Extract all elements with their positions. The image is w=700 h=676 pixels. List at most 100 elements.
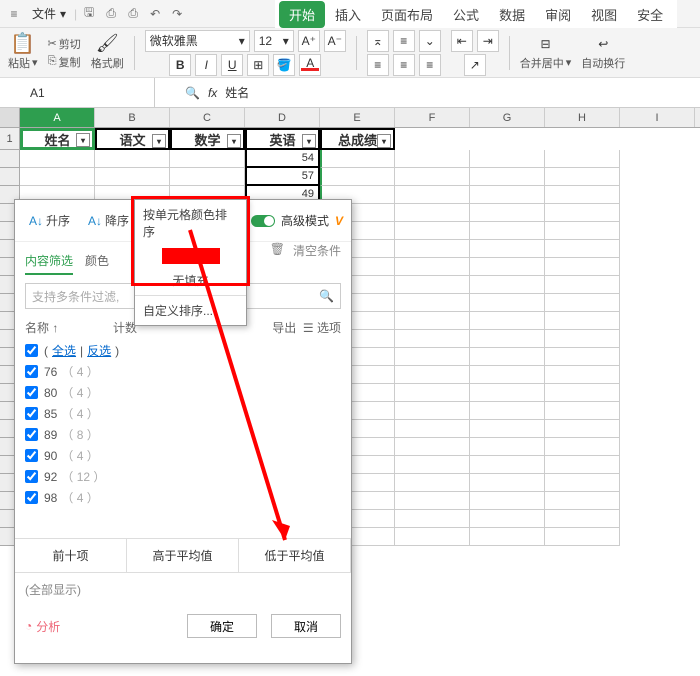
header-cell[interactable]: 英语 bbox=[245, 128, 320, 150]
cell[interactable] bbox=[545, 240, 620, 258]
col-header-b[interactable]: B bbox=[95, 108, 170, 127]
align-top-icon[interactable]: ⌅ bbox=[367, 30, 389, 52]
indent-inc-icon[interactable]: ⇥ bbox=[477, 30, 499, 52]
cell[interactable] bbox=[470, 402, 545, 420]
decrease-font-icon[interactable]: A⁻ bbox=[324, 30, 346, 52]
col-header-h[interactable]: H bbox=[545, 108, 620, 127]
select-all-checkbox[interactable] bbox=[25, 344, 38, 357]
align-left-icon[interactable]: ≡ bbox=[367, 54, 389, 76]
cell[interactable] bbox=[545, 510, 620, 528]
analyze-button[interactable]: ◔分析 bbox=[25, 618, 60, 635]
row-header[interactable] bbox=[0, 168, 20, 186]
top10-button[interactable]: 前十项 bbox=[15, 539, 127, 572]
cell[interactable] bbox=[470, 474, 545, 492]
cell[interactable] bbox=[545, 168, 620, 186]
cell[interactable] bbox=[545, 348, 620, 366]
print-preview-icon[interactable]: ⎙ bbox=[101, 4, 121, 24]
align-middle-icon[interactable]: ≡ bbox=[393, 30, 415, 52]
fill-color-button[interactable]: 🪣 bbox=[273, 54, 295, 76]
paste-button[interactable]: 粘贴▾ bbox=[8, 55, 38, 71]
italic-button[interactable]: I bbox=[195, 54, 217, 76]
format-painter-icon[interactable]: 🖌 bbox=[98, 35, 116, 53]
select-all-corner[interactable] bbox=[0, 108, 20, 128]
above-avg-button[interactable]: 高于平均值 bbox=[127, 539, 239, 572]
filter-item-checkbox[interactable] bbox=[25, 365, 38, 378]
row-header[interactable] bbox=[0, 150, 20, 168]
below-avg-button[interactable]: 低于平均值 bbox=[239, 539, 351, 572]
clear-conditions[interactable]: 清空条件 bbox=[293, 242, 341, 259]
cell[interactable] bbox=[395, 186, 470, 204]
cell[interactable] bbox=[395, 474, 470, 492]
nofill-option[interactable]: 无填充 bbox=[135, 266, 246, 295]
tab-review[interactable]: 审阅 bbox=[535, 1, 581, 28]
cell[interactable] bbox=[395, 438, 470, 456]
filter-item-checkbox[interactable] bbox=[25, 470, 38, 483]
orientation-icon[interactable]: ↗ bbox=[464, 54, 486, 76]
cell[interactable] bbox=[545, 384, 620, 402]
cell[interactable] bbox=[470, 294, 545, 312]
cell[interactable] bbox=[470, 312, 545, 330]
cell[interactable] bbox=[170, 150, 245, 168]
cell[interactable] bbox=[395, 222, 470, 240]
cell[interactable] bbox=[95, 168, 170, 186]
cell[interactable] bbox=[395, 258, 470, 276]
cell[interactable] bbox=[470, 384, 545, 402]
size-select[interactable]: 12▾ bbox=[254, 30, 294, 52]
align-center-icon[interactable]: ≡ bbox=[393, 54, 415, 76]
cell[interactable] bbox=[470, 186, 545, 204]
cell[interactable] bbox=[545, 456, 620, 474]
file-menu[interactable]: 文件▾ bbox=[26, 3, 72, 24]
sort-asc-button[interactable]: A↓升序 bbox=[23, 209, 76, 232]
cell[interactable] bbox=[395, 276, 470, 294]
header-cell[interactable]: 语文 bbox=[95, 128, 170, 150]
invert-link[interactable]: 反选 bbox=[87, 342, 111, 359]
col-header-c[interactable]: C bbox=[170, 108, 245, 127]
custom-sort-option[interactable]: 自定义排序... bbox=[135, 296, 246, 325]
align-right-icon[interactable]: ≡ bbox=[419, 54, 441, 76]
cell[interactable] bbox=[395, 240, 470, 258]
filter-tab-content[interactable]: 内容筛选 bbox=[25, 248, 73, 275]
cell[interactable] bbox=[395, 204, 470, 222]
tab-data[interactable]: 数据 bbox=[489, 1, 535, 28]
indent-dec-icon[interactable]: ⇤ bbox=[451, 30, 473, 52]
cell[interactable] bbox=[545, 438, 620, 456]
name-column-header[interactable]: 名称 ↑ bbox=[25, 319, 113, 336]
hamburger-icon[interactable]: ≡ bbox=[4, 4, 24, 24]
cell[interactable] bbox=[395, 348, 470, 366]
font-color-button[interactable]: A bbox=[299, 54, 321, 76]
cell[interactable] bbox=[470, 276, 545, 294]
cell[interactable] bbox=[395, 384, 470, 402]
cell[interactable] bbox=[470, 240, 545, 258]
cell[interactable] bbox=[545, 528, 620, 546]
align-bottom-icon[interactable]: ⌄ bbox=[419, 30, 441, 52]
cell[interactable] bbox=[320, 168, 395, 186]
cell[interactable] bbox=[20, 168, 95, 186]
name-box[interactable]: A1 bbox=[0, 78, 155, 107]
cell[interactable] bbox=[545, 366, 620, 384]
cell[interactable] bbox=[470, 510, 545, 528]
cell[interactable] bbox=[545, 258, 620, 276]
cell[interactable] bbox=[395, 312, 470, 330]
filter-item-checkbox[interactable] bbox=[25, 428, 38, 441]
cell[interactable] bbox=[470, 150, 545, 168]
advanced-toggle[interactable] bbox=[251, 215, 275, 227]
tab-layout[interactable]: 页面布局 bbox=[371, 1, 443, 28]
cell[interactable] bbox=[470, 168, 545, 186]
options-button[interactable]: ☰ 选项 bbox=[303, 319, 341, 336]
cell[interactable] bbox=[470, 330, 545, 348]
cell[interactable] bbox=[395, 330, 470, 348]
cell[interactable] bbox=[20, 150, 95, 168]
cell[interactable] bbox=[470, 420, 545, 438]
border-button[interactable]: ⊞ bbox=[247, 54, 269, 76]
filter-item-checkbox[interactable] bbox=[25, 407, 38, 420]
paste-icon[interactable]: 📋 bbox=[14, 35, 32, 53]
underline-button[interactable]: U bbox=[221, 54, 243, 76]
col-header-d[interactable]: D bbox=[245, 108, 320, 127]
cell[interactable] bbox=[95, 150, 170, 168]
delete-icon[interactable]: 🗑 bbox=[270, 242, 285, 259]
col-header-e[interactable]: E bbox=[320, 108, 395, 127]
cell[interactable] bbox=[545, 186, 620, 204]
header-cell[interactable]: 数学 bbox=[170, 128, 245, 150]
wrap-button[interactable]: 自动换行 bbox=[581, 55, 625, 71]
cell[interactable] bbox=[395, 150, 470, 168]
